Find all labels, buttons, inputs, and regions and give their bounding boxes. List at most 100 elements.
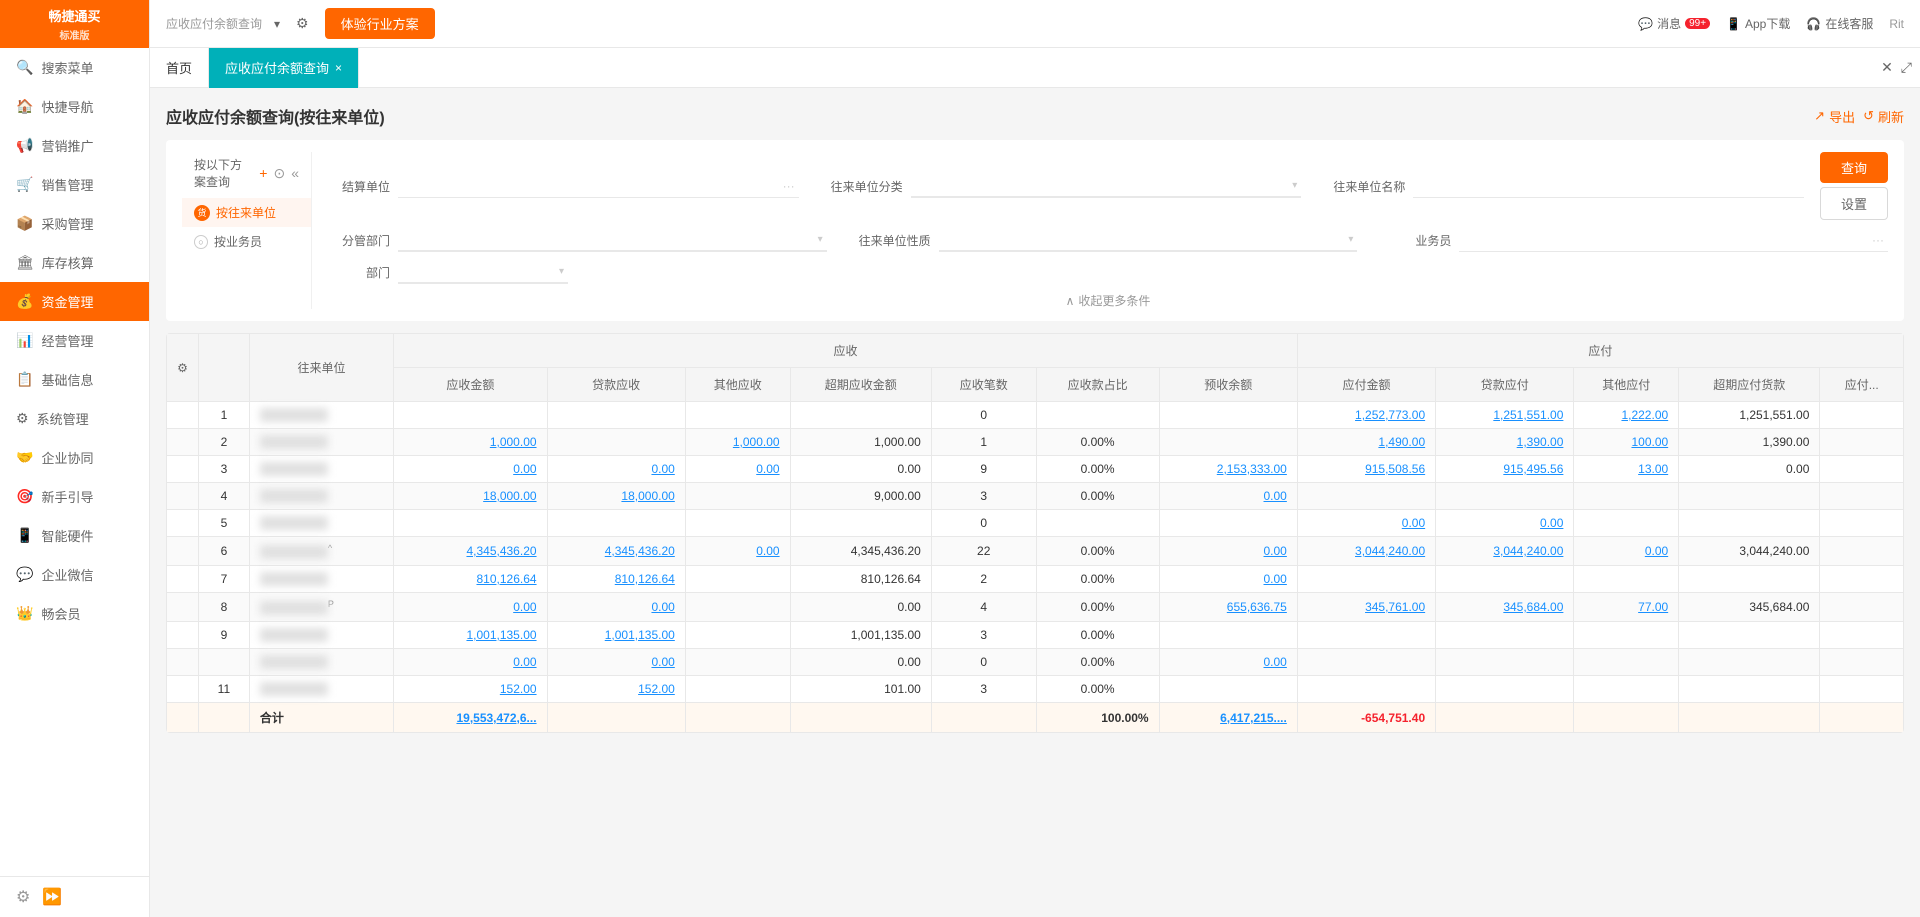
sidebar-item-guide[interactable]: 🎯新手引导 (0, 477, 149, 516)
row-loan-payable: 1,390.00 (1436, 429, 1574, 456)
online-service-button[interactable]: 🎧 在线客服 (1806, 15, 1873, 32)
row-receivable-ratio: 0.00% (1036, 566, 1159, 593)
scheme-by-company[interactable]: 货 按往来单位 (182, 198, 311, 227)
row-payable-amount: 915,508.56 (1297, 456, 1435, 483)
row-other-payable: 77.00 (1574, 593, 1679, 622)
row-partner: ████████ (249, 566, 393, 593)
row-payable-amount (1297, 649, 1435, 676)
row-other-payable (1574, 622, 1679, 649)
row-settings-cell (167, 676, 199, 703)
refresh-button[interactable]: ↺ 刷新 (1863, 107, 1904, 126)
settlement-unit-input[interactable] (398, 175, 779, 197)
scheme-by-staff[interactable]: ○ 按业务员 (182, 227, 311, 256)
sidebar-icon-search: 🔍 (16, 59, 33, 76)
filter-settings-icon[interactable]: ⊙ (273, 165, 285, 182)
tab-close-button[interactable]: ✕ (1881, 59, 1893, 76)
row-receivable-amount: 1,001,135.00 (394, 622, 547, 649)
top-bar-gear-icon[interactable]: ⚙ (296, 15, 309, 32)
row-other-payable: 1,222.00 (1574, 402, 1679, 429)
scheme-by-staff-label: 按业务员 (214, 233, 262, 250)
row-overdue-receivable: 1,001,135.00 (790, 622, 931, 649)
export-button[interactable]: ↗ 导出 (1814, 107, 1855, 126)
row-receivable-amount: 0.00 (394, 593, 547, 622)
row-receivable-count: 3 (931, 676, 1036, 703)
collapse-label: 收起更多条件 (1078, 292, 1150, 309)
row-overdue-receivable: 101.00 (790, 676, 931, 703)
sidebar-label-wechat: 企业微信 (41, 565, 93, 584)
sidebar-item-enterprise[interactable]: 🤝企业协同 (0, 438, 149, 477)
sidebar-item-sales[interactable]: 🛒销售管理 (0, 165, 149, 204)
query-button[interactable]: 查询 (1820, 152, 1888, 183)
settings-button[interactable]: 设置 (1820, 187, 1888, 220)
tab-home[interactable]: 首页 (150, 48, 209, 88)
app-download-button[interactable]: 📱 App下载 (1726, 15, 1790, 32)
scheme-icon-staff: ○ (194, 235, 208, 249)
dept-select[interactable] (398, 260, 568, 283)
online-service-label: 在线客服 (1825, 15, 1873, 32)
row-prepaid-balance: 655,636.75 (1159, 593, 1297, 622)
tab-expand-button[interactable]: ⤢ (1901, 59, 1912, 76)
sidebar-item-member[interactable]: 👑畅会员 (0, 594, 149, 633)
filter-collapse-button[interactable]: « (291, 165, 299, 181)
row-loan-payable (1436, 622, 1574, 649)
row-overdue-receivable: 9,000.00 (790, 483, 931, 510)
solution-button[interactable]: 体验行业方案 (325, 8, 435, 39)
sidebar-item-marketing[interactable]: 📢营销推广 (0, 126, 149, 165)
messages-button[interactable]: 💬 消息 99+ (1638, 15, 1710, 32)
sidebar-item-inventory[interactable]: 🏛库存核算 (0, 243, 149, 282)
sidebar-item-quick-nav[interactable]: 🏠快捷导航 (0, 87, 149, 126)
footer-settings-cell (167, 703, 199, 733)
table-body: 1 ████████ 0 1,252,773.00 1,251,551.00 1… (167, 402, 1904, 703)
top-bar-left: 应收应付余额查询 ▾ ⚙ 体验行业方案 (166, 8, 435, 39)
filter-dept: 部门 ▾ (328, 260, 568, 284)
row-loan-receivable: 18,000.00 (547, 483, 685, 510)
row-other-payable (1574, 649, 1679, 676)
row-other-receivable (685, 402, 790, 429)
row-overdue-receivable (790, 510, 931, 537)
filter-section: 按以下方案查询 + ⊙ « 货 按往来单位 ○ 按业务员 (166, 140, 1904, 321)
sidebar-label-capital: 资金管理 (41, 292, 93, 311)
table-row: 11 ████████ 152.00 152.00 101.00 3 0.00% (167, 676, 1904, 703)
row-payable-more (1820, 676, 1904, 703)
filter-add-button[interactable]: + (259, 165, 267, 181)
tab-close-icon[interactable]: × (335, 61, 342, 75)
sidebar-item-search[interactable]: 🔍搜索菜单 (0, 48, 149, 87)
row-loan-receivable: 4,345,436.20 (547, 537, 685, 566)
partner-category-select[interactable] (911, 174, 1302, 197)
row-no: 2 (199, 429, 250, 456)
filter-collapse-link[interactable]: ∧ 收起更多条件 (1066, 292, 1151, 309)
sidebar-collapse-icon[interactable]: ⏩ (42, 887, 62, 907)
table-header-other-receivable: 其他应收 (685, 368, 790, 402)
sidebar-item-hardware[interactable]: 📱智能硬件 (0, 516, 149, 555)
sidebar-item-wechat[interactable]: 💬企业微信 (0, 555, 149, 594)
sidebar-item-purchase[interactable]: 📦采购管理 (0, 204, 149, 243)
footer-payable-more (1820, 703, 1904, 733)
row-overdue-payable (1679, 676, 1820, 703)
table-row: 7 ████████ 810,126.64 810,126.64 810,126… (167, 566, 1904, 593)
row-prepaid-balance: 2,153,333.00 (1159, 456, 1297, 483)
row-loan-payable: 1,251,551.00 (1436, 402, 1574, 429)
table-header-settings[interactable]: ⚙ (167, 334, 199, 402)
row-receivable-amount: 4,345,436.20 (394, 537, 547, 566)
sidebar-item-system[interactable]: ⚙系统管理 (0, 399, 149, 438)
row-no: 3 (199, 456, 250, 483)
row-overdue-receivable: 0.00 (790, 456, 931, 483)
salesman-input[interactable] (1459, 229, 1868, 251)
dept-manager-select[interactable] (398, 228, 827, 251)
sidebar-item-capital[interactable]: 💰资金管理 (0, 282, 149, 321)
row-settings-cell (167, 649, 199, 676)
partner-name-label: 往来单位名称 (1333, 178, 1413, 195)
sidebar-item-basic[interactable]: 📋基础信息 (0, 360, 149, 399)
sidebar-settings-icon[interactable]: ⚙ (16, 887, 30, 907)
row-receivable-ratio: 0.00% (1036, 456, 1159, 483)
tab-current[interactable]: 应收应付余额查询 × (209, 48, 359, 88)
sidebar-item-business[interactable]: 📊经营管理 (0, 321, 149, 360)
salesman-label: 业务员 (1389, 232, 1459, 249)
row-loan-payable (1436, 566, 1574, 593)
partner-name-input[interactable] (1413, 175, 1804, 198)
partner-nature-select[interactable] (939, 228, 1358, 251)
top-bar-dropdown-icon[interactable]: ▾ (274, 17, 280, 31)
row-loan-receivable: 0.00 (547, 649, 685, 676)
row-partner: ████████ (249, 429, 393, 456)
row-other-payable (1574, 566, 1679, 593)
